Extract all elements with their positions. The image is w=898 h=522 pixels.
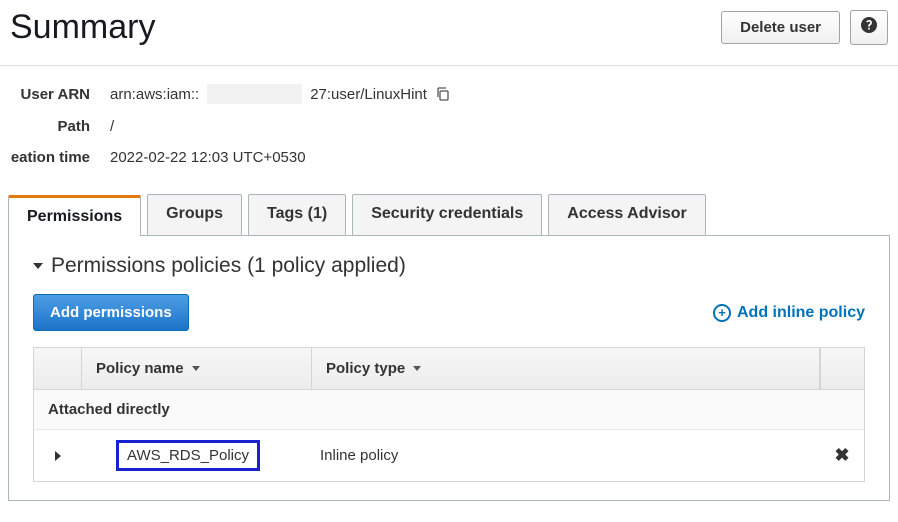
creation-time-label: eation time [10,149,110,166]
help-icon [861,17,877,33]
arn-label: User ARN [10,86,110,103]
remove-policy-button[interactable]: ✖ [820,445,864,466]
tabs-bar: Permissions Groups Tags (1) Security cre… [8,194,890,236]
tab-groups[interactable]: Groups [147,194,242,235]
tab-permissions[interactable]: Permissions [8,195,141,236]
help-button[interactable] [850,10,888,45]
path-label: Path [10,118,110,135]
path-value: / [110,118,114,135]
policy-name-cell[interactable]: AWS_RDS_Policy [116,440,260,471]
sort-icon [413,366,421,371]
column-expand [34,348,82,389]
section-header[interactable]: Permissions policies (1 policy applied) [33,254,865,278]
column-policy-name[interactable]: Policy name [82,348,312,389]
tab-tags[interactable]: Tags (1) [248,194,346,235]
section-title: Permissions policies (1 policy applied) [51,254,406,278]
tab-security-credentials[interactable]: Security credentials [352,194,542,235]
add-inline-label: Add inline policy [737,304,865,322]
column-action [820,348,864,389]
column-policy-type[interactable]: Policy type [312,348,820,389]
arn-redacted [207,84,302,104]
copy-icon[interactable] [435,86,451,102]
sort-icon [192,366,200,371]
delete-user-button[interactable]: Delete user [721,11,840,44]
tab-access-advisor[interactable]: Access Advisor [548,194,705,235]
arn-suffix: 27:user/LinuxHint [310,86,427,103]
table-row: AWS_RDS_Policy Inline policy ✖ [34,430,864,481]
plus-icon: + [713,304,731,322]
arn-prefix: arn:aws:iam:: [110,86,199,103]
close-icon: ✖ [834,445,849,465]
creation-time-value: 2022-02-22 12:03 UTC+0530 [110,149,306,166]
group-attached-directly: Attached directly [34,390,864,430]
add-inline-policy-link[interactable]: + Add inline policy [713,304,865,322]
caret-down-icon [33,263,43,269]
policy-type-cell: Inline policy [312,447,820,464]
add-permissions-button[interactable]: Add permissions [33,294,189,331]
expand-row-button[interactable] [34,451,82,461]
page-title: Summary [10,8,155,47]
caret-right-icon [55,451,61,461]
